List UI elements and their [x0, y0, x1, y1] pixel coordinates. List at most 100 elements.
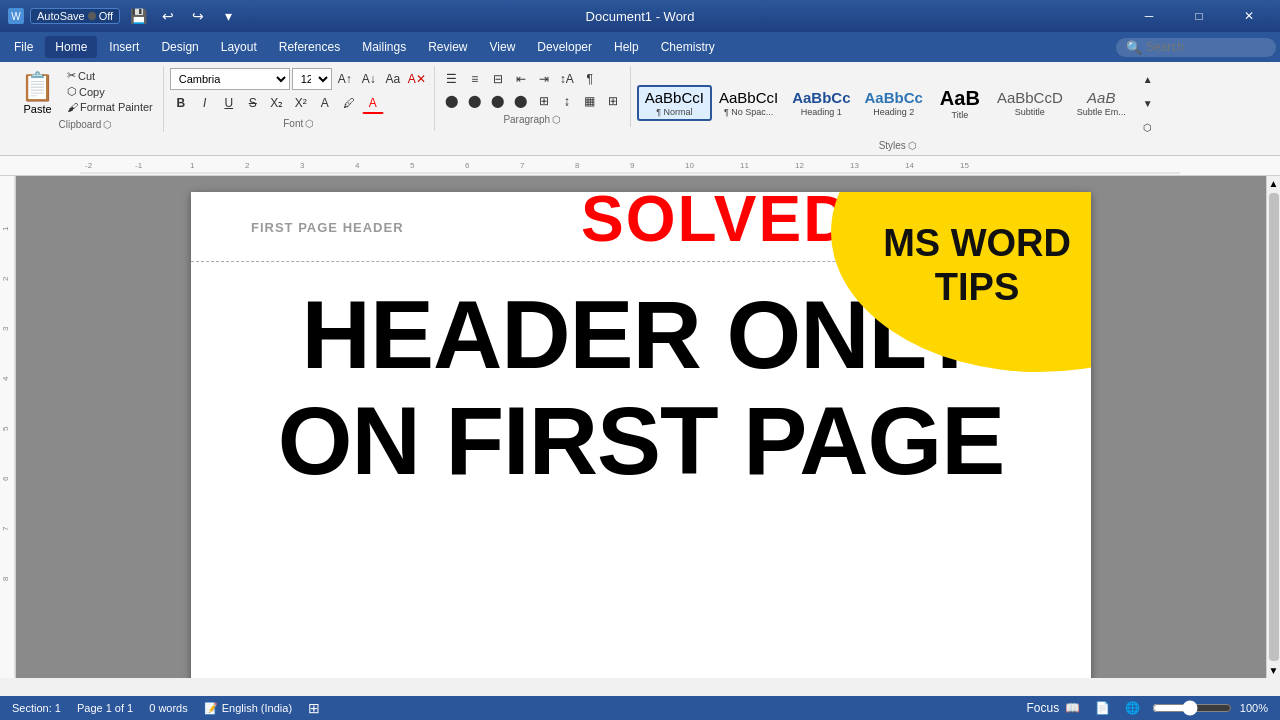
highlight-color-button[interactable]: 🖊 — [338, 92, 360, 114]
menu-chemistry[interactable]: Chemistry — [651, 36, 725, 58]
spell-check-icon: 📝 — [204, 702, 218, 715]
increase-font-button[interactable]: A↑ — [334, 68, 356, 90]
web-layout-button[interactable]: 🌐 — [1122, 697, 1144, 719]
svg-text:14: 14 — [905, 161, 914, 170]
format-painter-icon: 🖌 — [67, 101, 78, 113]
underline-button[interactable]: U — [218, 92, 240, 114]
zoom-slider[interactable] — [1152, 700, 1232, 716]
paste-button[interactable]: 📋 Paste — [14, 68, 61, 117]
style-normal[interactable]: AaBbCcI ¶ Normal — [637, 85, 712, 121]
align-left-button[interactable]: ⬤ — [441, 90, 463, 112]
style-heading1[interactable]: AaBbCc Heading 1 — [785, 86, 857, 120]
line-spacing-button[interactable]: ↨ — [556, 90, 578, 112]
decrease-font-button[interactable]: A↓ — [358, 68, 380, 90]
customize-button[interactable]: ▾ — [216, 4, 240, 28]
multilevel-list-button[interactable]: ⊟ — [487, 68, 509, 90]
copy-button[interactable]: ⬡ Copy — [63, 84, 157, 99]
maximize-button[interactable]: □ — [1176, 0, 1222, 32]
style-heading2[interactable]: AaBbCc Heading 2 — [858, 86, 930, 120]
cut-button[interactable]: ✂ Cut — [63, 68, 157, 83]
decrease-indent-button[interactable]: ⇤ — [510, 68, 532, 90]
clear-formatting-button[interactable]: A✕ — [406, 68, 428, 90]
minimize-button[interactable]: ─ — [1126, 0, 1172, 32]
style-no-spacing[interactable]: AaBbCcI ¶ No Spac... — [712, 86, 785, 120]
italic-button[interactable]: I — [194, 92, 216, 114]
paragraph-label: Paragraph ⬡ — [503, 114, 561, 125]
style-no-spacing-label: ¶ No Spac... — [724, 107, 773, 117]
search-bar[interactable]: 🔍 — [1116, 38, 1276, 57]
menu-layout[interactable]: Layout — [211, 36, 267, 58]
borders-button[interactable]: ⊞ — [602, 90, 624, 112]
ms-word-tips-overlay: MS WORD TIPS — [883, 222, 1071, 309]
styles-scroll-up[interactable]: ▲ — [1137, 68, 1159, 90]
align-right-button[interactable]: ⬤ — [487, 90, 509, 112]
align-center-button[interactable]: ⬤ — [464, 90, 486, 112]
styles-expand[interactable]: ⬡ — [1137, 116, 1159, 138]
styles-scroll-down[interactable]: ▼ — [1137, 92, 1159, 114]
menu-bar: File Home Insert Design Layout Reference… — [0, 32, 1280, 62]
menu-design[interactable]: Design — [151, 36, 208, 58]
format-painter-button[interactable]: 🖌 Format Painter — [63, 100, 157, 114]
strikethrough-button[interactable]: S — [242, 92, 264, 114]
paragraph-expand-icon[interactable]: ⬡ — [552, 114, 561, 125]
bullets-button[interactable]: ☰ — [441, 68, 463, 90]
sort-button[interactable]: ↕A — [556, 68, 578, 90]
svg-text:1: 1 — [190, 161, 195, 170]
title-bar-left: W AutoSave Off 💾 ↩ ↪ ▾ — [8, 4, 240, 28]
clipboard-group: 📋 Paste ✂ Cut ⬡ Copy 🖌 Format Painter C — [8, 66, 164, 132]
autosave-dot — [88, 12, 96, 20]
style-title[interactable]: AaB Title — [930, 83, 990, 123]
bold-button[interactable]: B — [170, 92, 192, 114]
menu-references[interactable]: References — [269, 36, 350, 58]
font-color-button[interactable]: A — [362, 92, 384, 114]
justify-button[interactable]: ⬤ — [510, 90, 532, 112]
shading-button[interactable]: ▦ — [579, 90, 601, 112]
font-size-select[interactable]: 12 — [292, 68, 332, 90]
window-controls: ─ □ ✕ — [1126, 0, 1272, 32]
read-mode-button[interactable]: 📖 — [1062, 697, 1084, 719]
redo-button[interactable]: ↪ — [186, 4, 210, 28]
autosave-badge: AutoSave Off — [30, 8, 120, 24]
close-button[interactable]: ✕ — [1226, 0, 1272, 32]
print-layout-button[interactable]: 📄 — [1092, 697, 1114, 719]
menu-developer[interactable]: Developer — [527, 36, 602, 58]
scroll-up-button[interactable]: ▲ — [1267, 176, 1280, 191]
text-effects-button[interactable]: A — [314, 92, 336, 114]
solved-text: SOLVED — [581, 192, 851, 256]
increase-indent-button[interactable]: ⇥ — [533, 68, 555, 90]
menu-help[interactable]: Help — [604, 36, 649, 58]
svg-text:6: 6 — [465, 161, 470, 170]
styles-expand-icon[interactable]: ⬡ — [908, 140, 917, 151]
focus-button[interactable]: Focus — [1032, 697, 1054, 719]
font-bottom-row: B I U S X₂ X² A 🖊 A — [170, 92, 428, 114]
clipboard-content: 📋 Paste ✂ Cut ⬡ Copy 🖌 Format Painter — [14, 68, 157, 117]
menu-mailings[interactable]: Mailings — [352, 36, 416, 58]
style-heading1-label: Heading 1 — [801, 107, 842, 117]
style-heading1-preview: AaBbCc — [792, 89, 850, 107]
left-ruler: 1 2 3 4 5 6 7 8 — [0, 176, 16, 678]
menu-review[interactable]: Review — [418, 36, 477, 58]
menu-home[interactable]: Home — [45, 36, 97, 58]
clipboard-expand-icon[interactable]: ⬡ — [103, 119, 112, 130]
subscript-button[interactable]: X₂ — [266, 92, 288, 114]
font-name-select[interactable]: Cambria — [170, 68, 290, 90]
paragraph-group: ☰ ≡ ⊟ ⇤ ⇥ ↕A ¶ ⬤ ⬤ ⬤ ⬤ ⊞ ↨ ▦ ⊞ Paragraph… — [435, 66, 631, 127]
numbering-button[interactable]: ≡ — [464, 68, 486, 90]
vertical-scrollbar[interactable]: ▲ ▼ — [1266, 176, 1280, 678]
menu-view[interactable]: View — [480, 36, 526, 58]
search-input[interactable] — [1146, 40, 1266, 54]
menu-file[interactable]: File — [4, 36, 43, 58]
scroll-down-button[interactable]: ▼ — [1267, 663, 1280, 678]
style-subtle-emphasis[interactable]: AaB Subtle Em... — [1070, 86, 1133, 120]
show-formatting-button[interactable]: ¶ — [579, 68, 601, 90]
change-case-button[interactable]: Aa — [382, 68, 404, 90]
style-subtitle[interactable]: AaBbCcD Subtitle — [990, 86, 1070, 120]
superscript-button[interactable]: X² — [290, 92, 312, 114]
menu-insert[interactable]: Insert — [99, 36, 149, 58]
svg-text:5: 5 — [410, 161, 415, 170]
columns-button[interactable]: ⊞ — [533, 90, 555, 112]
undo-button[interactable]: ↩ — [156, 4, 180, 28]
save-button[interactable]: 💾 — [126, 4, 150, 28]
scroll-thumb[interactable] — [1269, 193, 1279, 661]
font-expand-icon[interactable]: ⬡ — [305, 118, 314, 129]
